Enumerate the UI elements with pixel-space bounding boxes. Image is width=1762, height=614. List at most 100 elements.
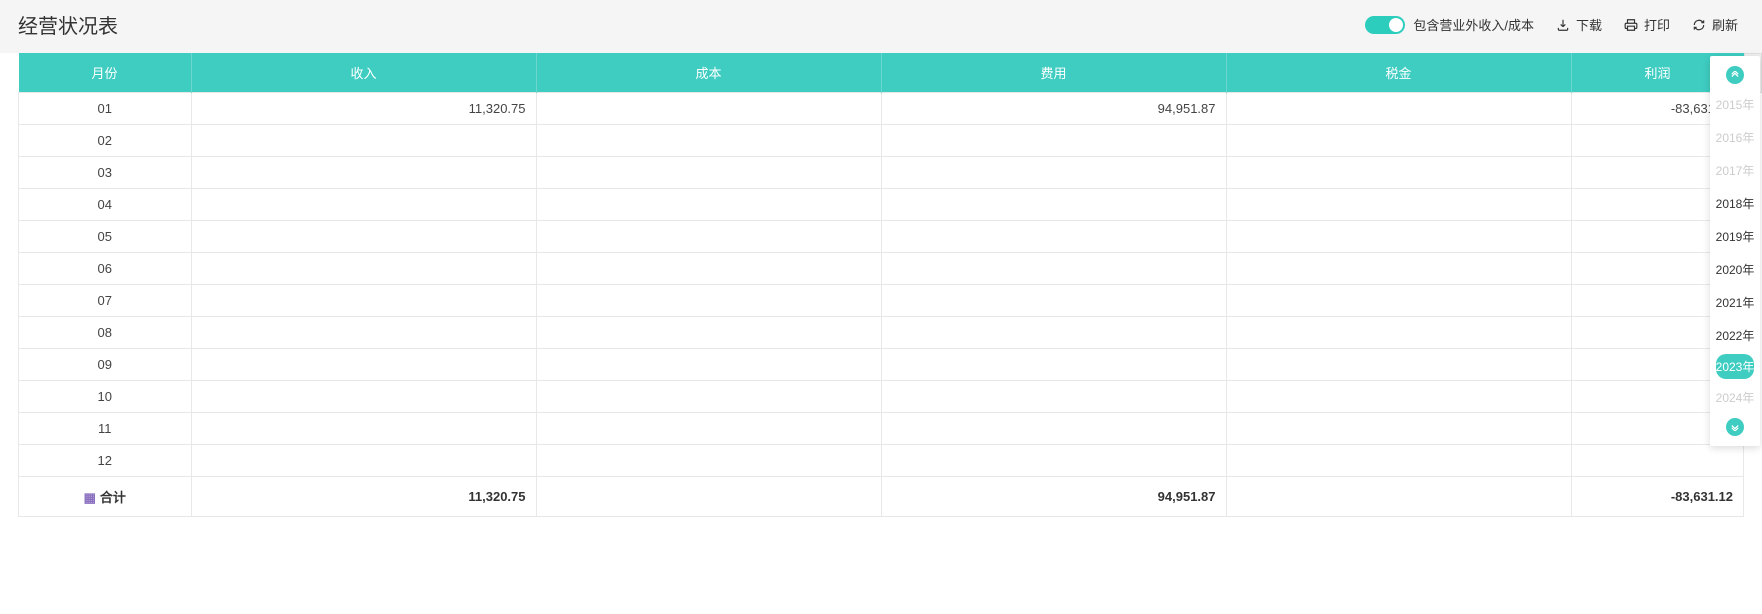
refresh-icon: [1692, 18, 1706, 32]
cell-month: 03: [19, 157, 192, 189]
cell-month: 06: [19, 253, 192, 285]
refresh-label: 刷新: [1712, 15, 1738, 34]
cell-expense: 94,951.87: [881, 93, 1226, 125]
cell-expense: [881, 413, 1226, 445]
table-row: 11: [19, 413, 1744, 445]
cell-month: 07: [19, 285, 192, 317]
year-item[interactable]: 2022年: [1712, 319, 1759, 352]
page-title: 经营状况表: [18, 10, 118, 39]
year-sidebar: 2015年2016年2017年2018年2019年2020年2021年2022年…: [1710, 56, 1760, 446]
cell-cost: [536, 413, 881, 445]
cell-month: 10: [19, 381, 192, 413]
table-row: 10: [19, 381, 1744, 413]
cell-month: 11: [19, 413, 192, 445]
total-expense: 94,951.87: [881, 477, 1226, 517]
cell-profit: [1571, 445, 1744, 477]
table-row: 12: [19, 445, 1744, 477]
table-row: 02: [19, 125, 1744, 157]
year-item[interactable]: 2019年: [1712, 220, 1759, 253]
cell-month: 02: [19, 125, 192, 157]
col-header-month: 月份: [19, 53, 192, 93]
cell-expense: [881, 349, 1226, 381]
cell-expense: [881, 221, 1226, 253]
toolbar: 包含营业外收入/成本 下载 打印 刷新: [1365, 15, 1738, 34]
cell-month: 01: [19, 93, 192, 125]
cell-expense: [881, 189, 1226, 221]
cell-tax: [1226, 253, 1571, 285]
cell-tax: [1226, 445, 1571, 477]
toggle-label: 包含营业外收入/成本: [1413, 15, 1534, 34]
cell-tax: [1226, 125, 1571, 157]
cell-cost: [536, 349, 881, 381]
table-row: 04: [19, 189, 1744, 221]
year-scroll-down-button[interactable]: [1726, 418, 1744, 436]
chevron-down-icon: [1731, 423, 1739, 431]
total-profit: -83,631.12: [1571, 477, 1744, 517]
col-header-tax: 税金: [1226, 53, 1571, 93]
year-item: 2015年: [1712, 88, 1759, 121]
cell-expense: [881, 381, 1226, 413]
table-row: 07: [19, 285, 1744, 317]
table-row: 08: [19, 317, 1744, 349]
cell-month: 04: [19, 189, 192, 221]
cell-month: 05: [19, 221, 192, 253]
cell-tax: [1226, 189, 1571, 221]
table-header-row: 月份 收入 成本 费用 税金 利润: [19, 53, 1744, 93]
cell-income: 11,320.75: [191, 93, 536, 125]
cell-tax: [1226, 221, 1571, 253]
cell-income: [191, 349, 536, 381]
year-item: 2016年: [1712, 121, 1759, 154]
cell-income: [191, 157, 536, 189]
cell-cost: [536, 285, 881, 317]
cell-expense: [881, 157, 1226, 189]
table-row: 09: [19, 349, 1744, 381]
print-label: 打印: [1644, 15, 1670, 34]
cell-expense: [881, 253, 1226, 285]
cell-income: [191, 125, 536, 157]
print-button[interactable]: 打印: [1624, 15, 1670, 34]
year-item: 2017年: [1712, 154, 1759, 187]
table-row: 03: [19, 157, 1744, 189]
cell-income: [191, 253, 536, 285]
toggle-include-nonop[interactable]: 包含营业外收入/成本: [1365, 15, 1534, 34]
cell-expense: [881, 445, 1226, 477]
year-item[interactable]: 2018年: [1712, 187, 1759, 220]
table-row: 0111,320.7594,951.87-83,631.12: [19, 93, 1744, 125]
cell-month: 12: [19, 445, 192, 477]
cell-cost: [536, 381, 881, 413]
year-scroll-up-button[interactable]: [1726, 66, 1744, 84]
col-header-income: 收入: [191, 53, 536, 93]
cell-income: [191, 189, 536, 221]
cell-cost: [536, 317, 881, 349]
table-row: 05: [19, 221, 1744, 253]
cell-income: [191, 317, 536, 349]
total-label-cell: ▦合计: [19, 477, 192, 517]
cell-cost: [536, 189, 881, 221]
download-label: 下载: [1576, 15, 1602, 34]
download-icon: [1556, 18, 1570, 32]
cell-expense: [881, 285, 1226, 317]
cell-cost: [536, 157, 881, 189]
page-header: 经营状况表 包含营业外收入/成本 下载 打印 刷新: [0, 0, 1762, 53]
cell-month: 09: [19, 349, 192, 381]
cell-income: [191, 381, 536, 413]
year-item: 2024年: [1712, 381, 1759, 414]
cell-month: 08: [19, 317, 192, 349]
year-item[interactable]: 2021年: [1712, 286, 1759, 319]
download-button[interactable]: 下载: [1556, 15, 1602, 34]
cell-tax: [1226, 349, 1571, 381]
year-item[interactable]: 2023年: [1716, 354, 1755, 379]
cell-tax: [1226, 317, 1571, 349]
cell-expense: [881, 125, 1226, 157]
toggle-switch-icon: [1365, 16, 1405, 34]
total-income: 11,320.75: [191, 477, 536, 517]
print-icon: [1624, 18, 1638, 32]
col-header-cost: 成本: [536, 53, 881, 93]
cell-tax: [1226, 381, 1571, 413]
refresh-button[interactable]: 刷新: [1692, 15, 1738, 34]
cell-cost: [536, 221, 881, 253]
year-item[interactable]: 2020年: [1712, 253, 1759, 286]
total-tax: [1226, 477, 1571, 517]
cell-income: [191, 221, 536, 253]
cell-income: [191, 445, 536, 477]
